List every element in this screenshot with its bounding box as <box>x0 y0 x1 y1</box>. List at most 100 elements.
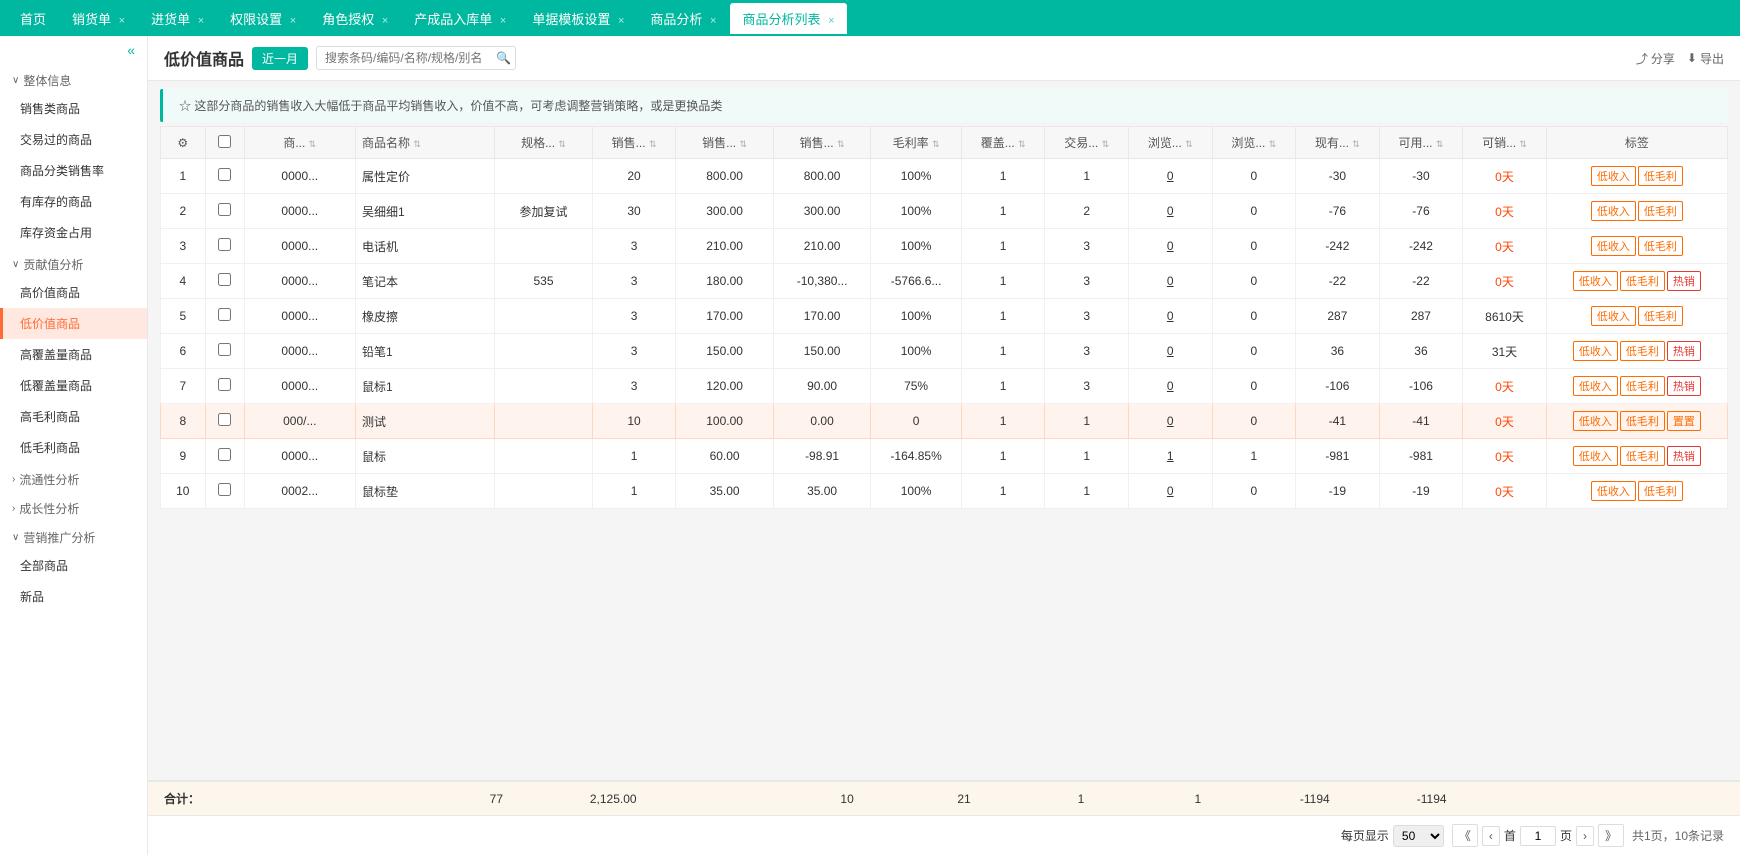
cell-browse1[interactable]: 0 <box>1128 404 1212 439</box>
next-page-btn[interactable]: › <box>1576 826 1594 846</box>
sidebar-item-stocked-products[interactable]: 有库存的商品 <box>0 186 147 217</box>
row-checkbox-1[interactable] <box>218 203 231 216</box>
browse1-link[interactable]: 0 <box>1167 204 1174 218</box>
row-checkbox-8[interactable] <box>218 448 231 461</box>
close-analysis-list-icon[interactable]: × <box>828 15 834 27</box>
browse1-link[interactable]: 0 <box>1167 344 1174 358</box>
th-current-stock[interactable]: 现有... ⇅ <box>1296 127 1380 159</box>
first-page-btn[interactable]: 《 <box>1452 824 1478 847</box>
sidebar-group-marketing[interactable]: ∨ 营销推广分析 <box>0 521 147 550</box>
select-all-checkbox[interactable] <box>218 135 231 148</box>
browse1-link[interactable]: 0 <box>1167 379 1174 393</box>
th-gross-margin[interactable]: 毛利率 ⇅ <box>871 127 962 159</box>
sidebar-item-traded-products[interactable]: 交易过的商品 <box>0 124 147 155</box>
th-settings[interactable]: ⚙ <box>161 127 206 159</box>
cell-checkbox[interactable] <box>205 439 244 474</box>
cell-checkbox[interactable] <box>205 369 244 404</box>
close-role-icon[interactable]: × <box>382 15 388 27</box>
sidebar-item-low-value[interactable]: 低价值商品 <box>0 308 147 339</box>
nav-product-warehouse[interactable]: 产成品入库单 × <box>402 3 518 34</box>
cell-browse1[interactable]: 0 <box>1128 194 1212 229</box>
sidebar-item-low-margin[interactable]: 低毛利商品 <box>0 432 147 463</box>
cell-browse1[interactable]: 0 <box>1128 369 1212 404</box>
search-input[interactable] <box>316 46 516 70</box>
filter-recent-month-btn[interactable]: 近一月 <box>252 47 308 70</box>
nav-permission-settings[interactable]: 权限设置 × <box>218 3 308 34</box>
cell-checkbox[interactable] <box>205 194 244 229</box>
th-available-stock[interactable]: 可用... ⇅ <box>1379 127 1463 159</box>
browse1-link[interactable]: 0 <box>1167 239 1174 253</box>
cell-checkbox[interactable] <box>205 264 244 299</box>
close-analysis-icon[interactable]: × <box>710 15 716 27</box>
sidebar-item-sales-products[interactable]: 销售类商品 <box>0 93 147 124</box>
sidebar-item-new-products[interactable]: 新品 <box>0 581 147 612</box>
browse1-link[interactable]: 0 <box>1167 414 1174 428</box>
cell-browse1[interactable]: 0 <box>1128 264 1212 299</box>
per-page-select[interactable]: 50 100 200 <box>1393 825 1444 847</box>
th-coverage[interactable]: 覆盖... ⇅ <box>961 127 1045 159</box>
browse1-link[interactable]: 1 <box>1167 449 1174 463</box>
prev-page-btn[interactable]: ‹ <box>1482 826 1500 846</box>
row-checkbox-0[interactable] <box>218 168 231 181</box>
th-sales-amount[interactable]: 销售... ⇅ <box>773 127 871 159</box>
sidebar-item-high-value[interactable]: 高价值商品 <box>0 277 147 308</box>
share-btn[interactable]: ⤴ 分享 <box>1636 50 1675 67</box>
cell-checkbox[interactable] <box>205 229 244 264</box>
nav-home[interactable]: 首页 <box>8 3 58 34</box>
close-sales-order-icon[interactable]: × <box>119 15 125 27</box>
cell-browse1[interactable]: 0 <box>1128 334 1212 369</box>
nav-template-settings[interactable]: 单据模板设置 × <box>520 3 636 34</box>
page-input[interactable] <box>1520 826 1556 846</box>
cell-browse1[interactable]: 1 <box>1128 439 1212 474</box>
row-checkbox-4[interactable] <box>218 308 231 321</box>
nav-purchase-order[interactable]: 进货单 × <box>139 3 216 34</box>
row-checkbox-2[interactable] <box>218 238 231 251</box>
close-template-icon[interactable]: × <box>618 15 624 27</box>
cell-checkbox[interactable] <box>205 299 244 334</box>
last-page-btn[interactable]: 》 <box>1598 824 1624 847</box>
row-checkbox-9[interactable] <box>218 483 231 496</box>
nav-product-analysis-list[interactable]: 商品分析列表 × <box>730 3 846 34</box>
cell-browse1[interactable]: 0 <box>1128 299 1212 334</box>
browse1-link[interactable]: 0 <box>1167 274 1174 288</box>
sidebar-group-overall[interactable]: ∨ 整体信息 <box>0 64 147 93</box>
row-checkbox-6[interactable] <box>218 378 231 391</box>
browse1-link[interactable]: 0 <box>1167 309 1174 323</box>
th-checkbox[interactable] <box>205 127 244 159</box>
sidebar-collapse-btn[interactable]: « <box>123 42 139 58</box>
sidebar-item-stock-capital[interactable]: 库存资金占用 <box>0 217 147 248</box>
row-checkbox-7[interactable] <box>218 413 231 426</box>
sidebar-item-category-sales-rate[interactable]: 商品分类销售率 <box>0 155 147 186</box>
th-browse1[interactable]: 浏览... ⇅ <box>1128 127 1212 159</box>
close-permission-icon[interactable]: × <box>290 15 296 27</box>
nav-role-auth[interactable]: 角色授权 × <box>310 3 400 34</box>
nav-product-analysis[interactable]: 商品分析 × <box>638 3 728 34</box>
cell-checkbox[interactable] <box>205 404 244 439</box>
cell-browse1[interactable]: 0 <box>1128 474 1212 509</box>
close-warehouse-icon[interactable]: × <box>500 15 506 27</box>
search-icon[interactable]: 🔍 <box>496 51 511 65</box>
row-checkbox-3[interactable] <box>218 273 231 286</box>
sidebar-group-contribution[interactable]: ∨ 贡献值分析 <box>0 248 147 277</box>
cell-browse1[interactable]: 0 <box>1128 159 1212 194</box>
th-trade[interactable]: 交易... ⇅ <box>1045 127 1129 159</box>
cell-browse1[interactable]: 0 <box>1128 229 1212 264</box>
th-browse2[interactable]: 浏览... ⇅ <box>1212 127 1296 159</box>
row-checkbox-5[interactable] <box>218 343 231 356</box>
sidebar-item-high-margin[interactable]: 高毛利商品 <box>0 401 147 432</box>
th-sales-price[interactable]: 销售... ⇅ <box>676 127 774 159</box>
th-code[interactable]: 商... ⇅ <box>244 127 355 159</box>
sidebar-group-liquidity[interactable]: › 流通性分析 <box>0 463 147 492</box>
th-name[interactable]: 商品名称 ⇅ <box>355 127 494 159</box>
sidebar-item-all-products[interactable]: 全部商品 <box>0 550 147 581</box>
sidebar-group-growth[interactable]: › 成长性分析 <box>0 492 147 521</box>
browse1-link[interactable]: 0 <box>1167 169 1174 183</box>
th-sellable[interactable]: 可销... ⇅ <box>1463 127 1547 159</box>
cell-checkbox[interactable] <box>205 159 244 194</box>
sidebar-item-low-coverage[interactable]: 低覆盖量商品 <box>0 370 147 401</box>
th-sales-qty[interactable]: 销售... ⇅ <box>592 127 676 159</box>
th-spec[interactable]: 规格... ⇅ <box>495 127 593 159</box>
cell-checkbox[interactable] <box>205 474 244 509</box>
export-btn[interactable]: ⬇ 导出 <box>1687 50 1724 67</box>
nav-sales-order[interactable]: 销货单 × <box>60 3 137 34</box>
